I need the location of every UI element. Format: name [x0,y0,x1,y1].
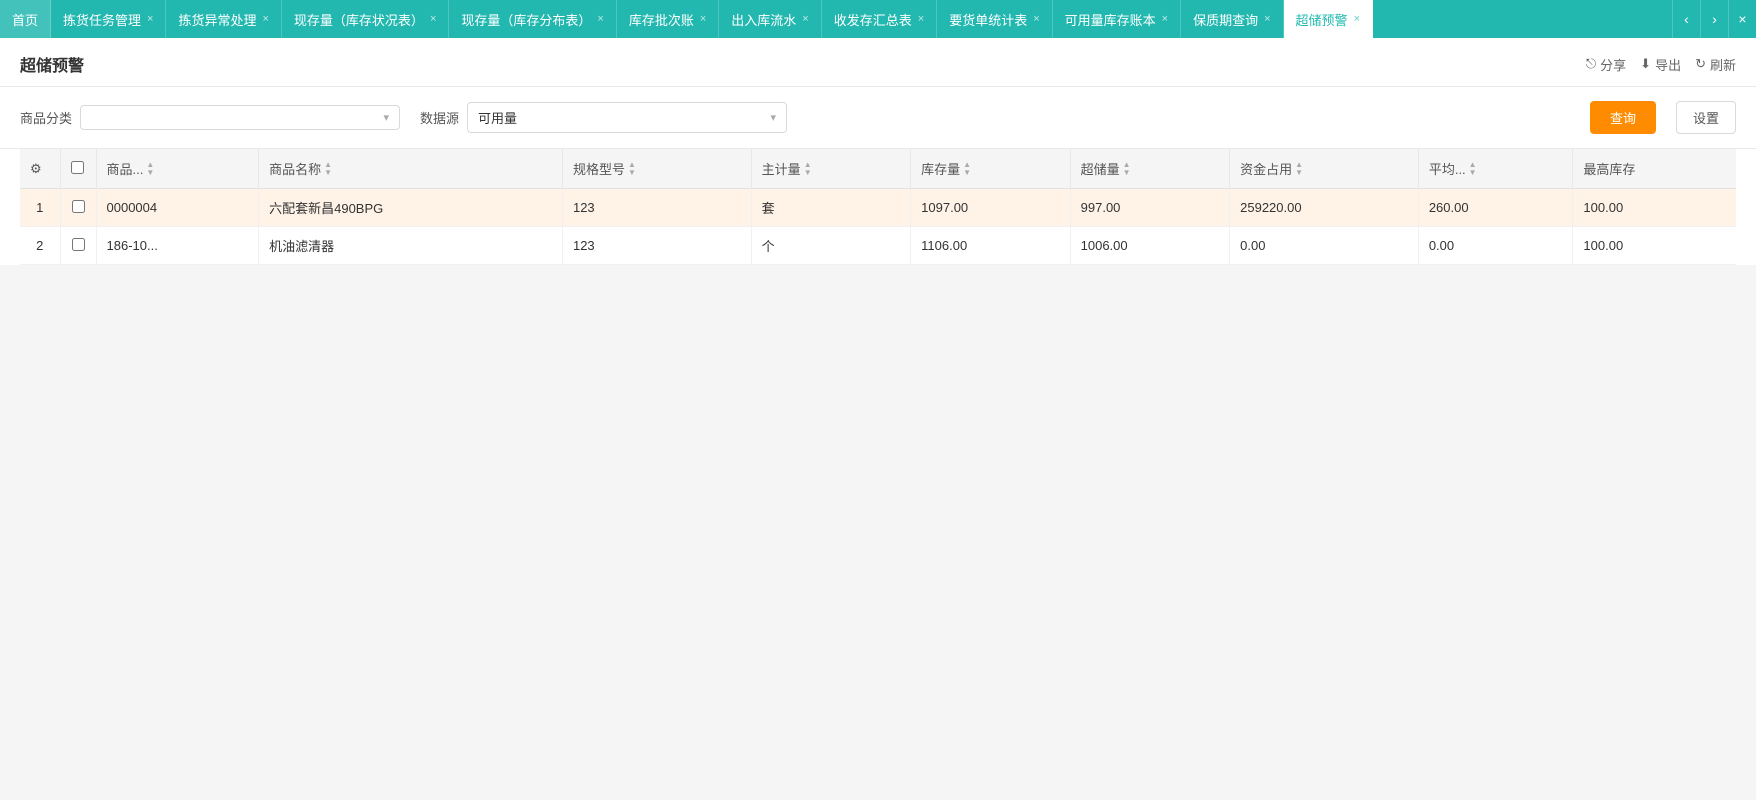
nav-item-overstock[interactable]: 超储预警 × [1284,0,1373,38]
nav-item-avail-ledger[interactable]: 可用量库存账本 × [1053,0,1181,38]
column-product-name[interactable]: 商品名称 ▲▼ [259,149,563,189]
gear-icon: ⚙ [30,161,42,176]
chevron-down-icon: ▾ [771,111,777,124]
nav-item-inout[interactable]: 出入库流水 × [719,0,821,38]
nav-item-home[interactable]: 首页 [0,0,51,38]
nav-right-arrow[interactable]: › [1700,0,1728,38]
row-product-code: 186-10... [96,227,259,265]
row-product-name: 机油滤清器 [259,227,563,265]
page-title: 超储预警 [20,52,84,76]
nav-item-stock-status[interactable]: 现存量（库存状况表） × [282,0,449,38]
column-gear[interactable]: ⚙ [20,149,60,189]
row-max-stock: 100.00 [1573,189,1736,227]
close-icon[interactable]: × [918,13,924,25]
row-capital: 259220.00 [1230,189,1419,227]
category-filter-group: 商品分类 ▾ [20,105,400,130]
column-stock[interactable]: 库存量 ▲▼ [911,149,1070,189]
nav-left-arrow[interactable]: ‹ [1672,0,1700,38]
column-product-code[interactable]: 商品... ▲▼ [96,149,259,189]
row-unit: 个 [751,227,910,265]
close-icon[interactable]: × [147,13,153,25]
row-checkbox-cell[interactable] [60,227,96,265]
row-max-stock: 100.00 [1573,227,1736,265]
row-checkbox-cell[interactable] [60,189,96,227]
page-header: 超储预警 ⎋ 分享 ⬇ 导出 ↻ 刷新 [0,38,1756,87]
column-unit[interactable]: 主计量 ▲▼ [751,149,910,189]
row-spec: 123 [562,189,751,227]
data-table: ⚙ 商品... ▲▼ 商品名称 ▲▼ [20,149,1736,265]
close-icon[interactable]: × [1162,13,1168,25]
query-button[interactable]: 查询 [1590,101,1656,134]
nav-item-abnormal[interactable]: 拣货异常处理 × [166,0,281,38]
row-number: 2 [20,227,60,265]
row-unit: 套 [751,189,910,227]
datasource-filter-group: 数据源 可用量 ▾ [420,102,787,133]
nav-item-task[interactable]: 拣货任务管理 × [51,0,166,38]
column-spec[interactable]: 规格型号 ▲▼ [562,149,751,189]
column-capital[interactable]: 资金占用 ▲▼ [1230,149,1419,189]
nav-menu-close[interactable]: × [1728,0,1756,38]
row-overstock: 1006.00 [1070,227,1229,265]
filter-bar: 商品分类 ▾ 数据源 可用量 ▾ 查询 设置 [0,87,1756,149]
datasource-select[interactable]: 可用量 ▾ [467,102,787,133]
close-icon[interactable]: × [802,13,808,25]
table-row: 1 0000004 六配套新昌490BPG 123 套 1097.00 997.… [20,189,1736,227]
row-number: 1 [20,189,60,227]
header-actions: ⎋ 分享 ⬇ 导出 ↻ 刷新 [1586,55,1736,74]
nav-item-batch[interactable]: 库存批次账 × [617,0,719,38]
select-all-checkbox[interactable] [71,161,84,174]
close-icon[interactable]: × [1264,13,1270,25]
table-row: 2 186-10... 机油滤清器 123 个 1106.00 1006.00 … [20,227,1736,265]
nav-arrow-group: ‹ › × [1672,0,1756,38]
table-header-row: ⚙ 商品... ▲▼ 商品名称 ▲▼ [20,149,1736,189]
nav-item-expiry[interactable]: 保质期查询 × [1181,0,1283,38]
column-max-stock[interactable]: 最高库存 [1573,149,1736,189]
export-icon: ⬇ [1640,56,1651,72]
nav-item-collect[interactable]: 收发存汇总表 × [822,0,937,38]
datasource-label: 数据源 [420,108,459,127]
row-avg: 260.00 [1418,189,1573,227]
row-overstock: 997.00 [1070,189,1229,227]
column-overstock[interactable]: 超储量 ▲▼ [1070,149,1229,189]
column-avg[interactable]: 平均... ▲▼ [1418,149,1573,189]
refresh-button[interactable]: ↻ 刷新 [1695,55,1736,74]
nav-item-stock-dist[interactable]: 现存量（库存分布表） × [449,0,616,38]
row-avg: 0.00 [1418,227,1573,265]
settings-button[interactable]: 设置 [1676,101,1736,134]
close-icon[interactable]: × [1354,13,1360,25]
row-spec: 123 [562,227,751,265]
chevron-down-icon: ▾ [383,111,389,124]
nav-item-order-stat[interactable]: 要货单统计表 × [937,0,1052,38]
export-button[interactable]: ⬇ 导出 [1640,55,1681,74]
category-label: 商品分类 [20,108,72,127]
close-icon[interactable]: × [430,13,436,25]
close-icon[interactable]: × [597,13,603,25]
top-navigation: 首页 拣货任务管理 × 拣货异常处理 × 现存量（库存状况表） × 现存量（库存… [0,0,1756,38]
table-container: ⚙ 商品... ▲▼ 商品名称 ▲▼ [0,149,1756,265]
row-capital: 0.00 [1230,227,1419,265]
close-icon[interactable]: × [262,13,268,25]
datasource-value: 可用量 [478,108,517,127]
share-button[interactable]: ⎋ 分享 [1586,55,1626,74]
row-checkbox[interactable] [72,200,85,213]
row-checkbox[interactable] [72,238,85,251]
column-checkbox[interactable] [60,149,96,189]
close-icon[interactable]: × [700,13,706,25]
share-icon: ⎋ [1586,56,1596,72]
row-stock: 1097.00 [911,189,1070,227]
category-select[interactable]: ▾ [80,105,400,130]
row-stock: 1106.00 [911,227,1070,265]
refresh-icon: ↻ [1695,56,1706,72]
close-icon[interactable]: × [1033,13,1039,25]
row-product-code: 0000004 [96,189,259,227]
row-product-name: 六配套新昌490BPG [259,189,563,227]
